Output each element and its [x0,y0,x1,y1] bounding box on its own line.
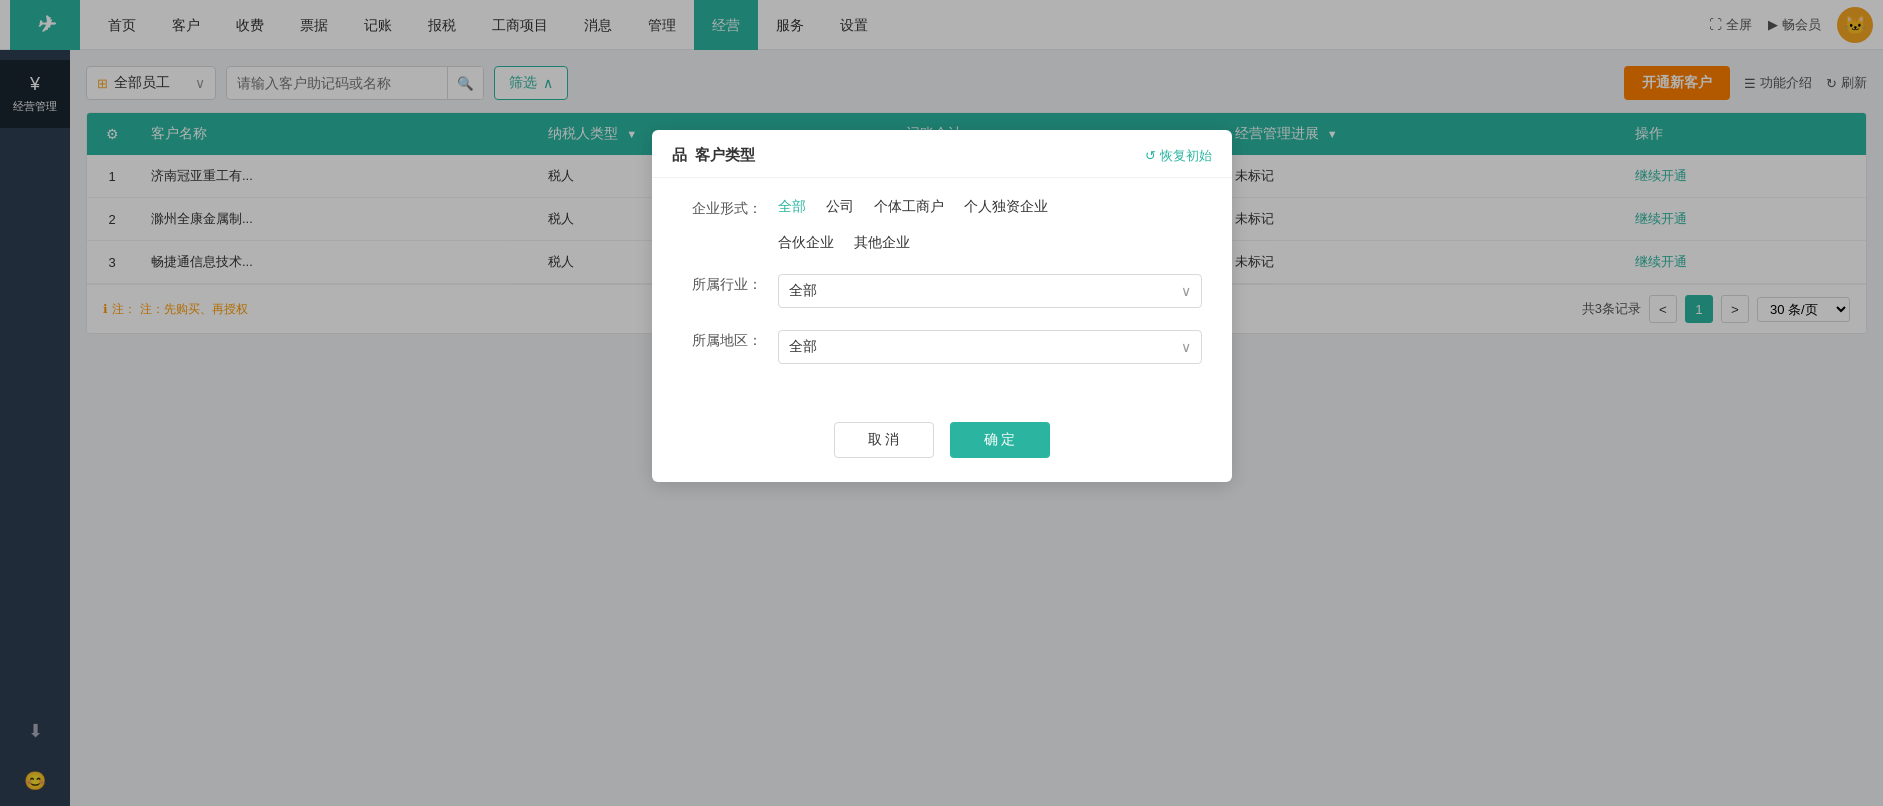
region-arrow-icon: ∨ [1181,339,1191,355]
industry-form-row: 所属行业： 全部 ∨ [682,274,1202,308]
confirm-button[interactable]: 确 定 [950,422,1050,458]
enterprise-type-4[interactable]: 合伙企业 [778,234,834,252]
region-content: 全部 ∨ [778,330,1202,364]
enterprise-type-1[interactable]: 公司 [826,198,854,216]
modal-footer: 取 消 确 定 [652,406,1232,482]
region-value: 全部 [789,338,817,356]
industry-select[interactable]: 全部 ∨ [778,274,1202,308]
modal-title-text: 客户类型 [695,146,755,165]
enterprise-type-5[interactable]: 其他企业 [854,234,910,252]
modal-body: 企业形式： 全部 公司 个体工商户 个人独资企业合伙企业 其他企业 所属行业： 全部 ∨… [652,178,1232,406]
industry-value: 全部 [789,282,817,300]
modal-reset-button[interactable]: ↺ 恢复初始 [1145,147,1212,165]
modal-header: 品 客户类型 ↺ 恢复初始 [652,130,1232,178]
cancel-button[interactable]: 取 消 [834,422,934,458]
enterprise-types-container: 全部 公司 个体工商户 个人独资企业合伙企业 其他企业 [778,198,1202,252]
enterprise-types-content: 全部 公司 个体工商户 个人独资企业合伙企业 其他企业 [778,198,1202,252]
enterprise-type-2[interactable]: 个体工商户 [874,198,944,216]
enterprise-form-row: 企业形式： 全部 公司 个体工商户 个人独资企业合伙企业 其他企业 [682,198,1202,252]
reset-icon: ↺ [1145,148,1156,163]
industry-arrow-icon: ∨ [1181,283,1191,299]
modal-title: 品 客户类型 [672,146,755,165]
modal-overlay: 品 客户类型 ↺ 恢复初始 企业形式： 全部 公司 个体工商户 个人独资企业合伙企业 其… [0,0,1883,806]
enterprise-type-0[interactable]: 全部 [778,198,806,216]
region-select[interactable]: 全部 ∨ [778,330,1202,364]
enterprise-form-label: 企业形式： [682,198,762,218]
region-label: 所属地区： [682,330,762,350]
industry-label: 所属行业： [682,274,762,294]
modal-title-icon: 品 [672,146,687,165]
reset-label: 恢复初始 [1160,147,1212,165]
enterprise-type-3[interactable]: 个人独资企业 [964,198,1048,216]
filter-modal: 品 客户类型 ↺ 恢复初始 企业形式： 全部 公司 个体工商户 个人独资企业合伙企业 其… [652,130,1232,482]
industry-content: 全部 ∨ [778,274,1202,308]
region-form-row: 所属地区： 全部 ∨ [682,330,1202,364]
